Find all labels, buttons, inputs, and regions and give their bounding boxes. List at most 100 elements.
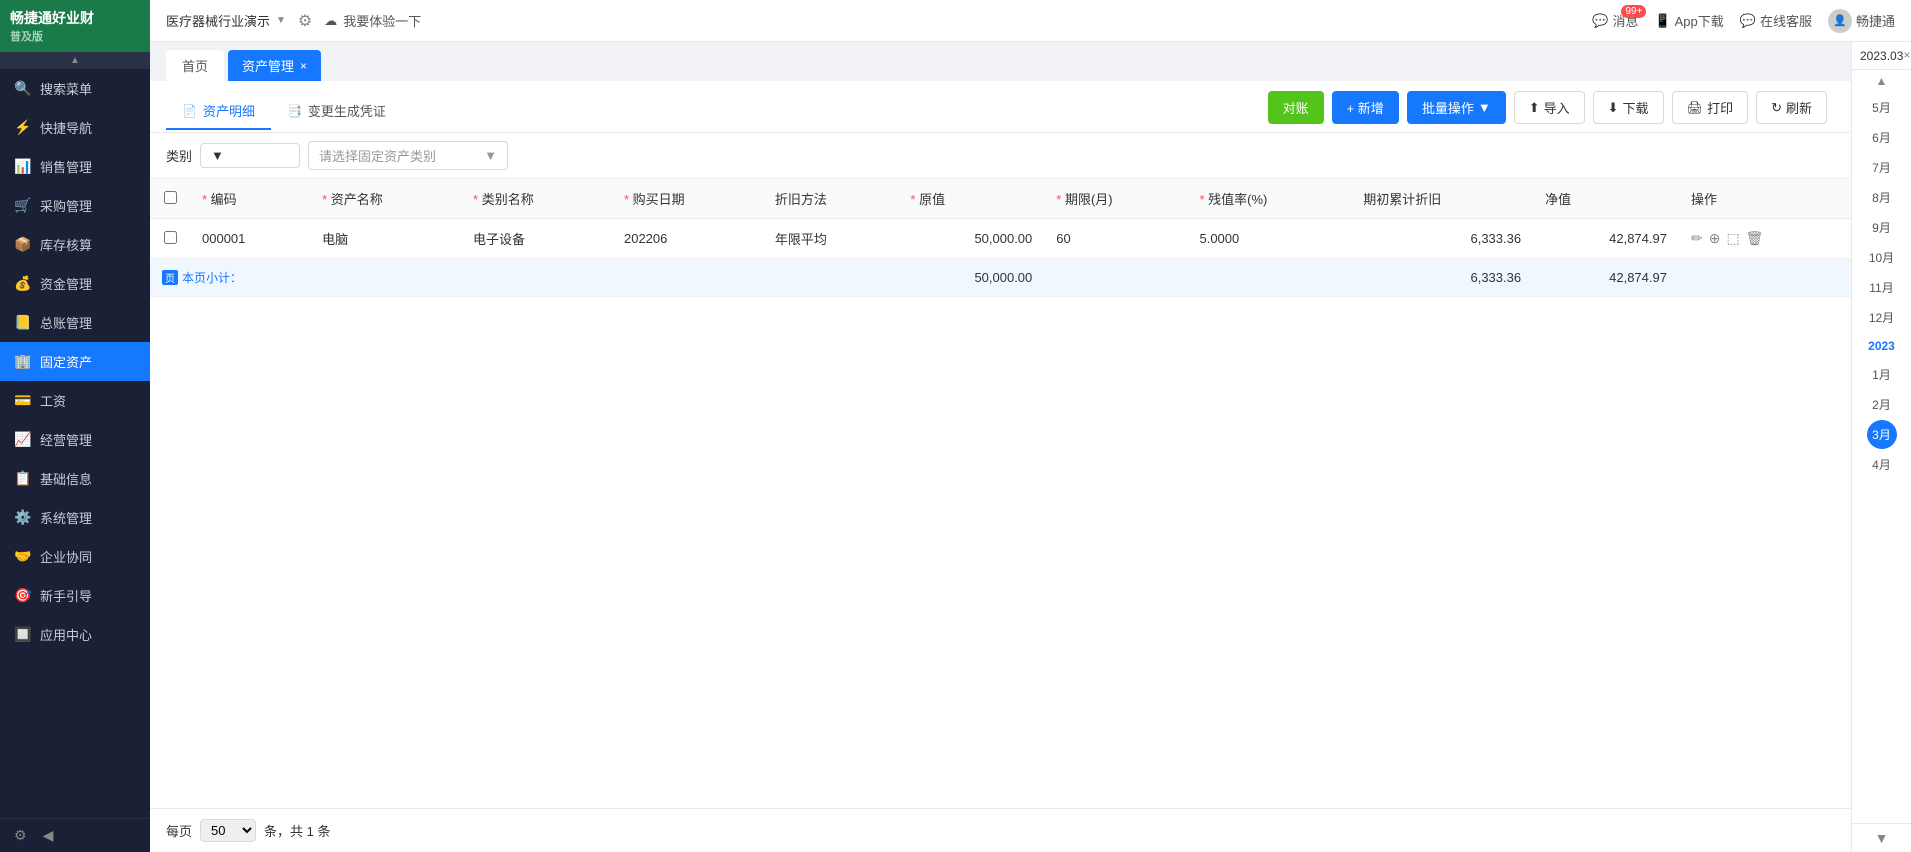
refresh-btn[interactable]: ↻ 刷新 — [1756, 91, 1827, 124]
edit-icon[interactable]: ✏ — [1691, 230, 1703, 247]
sidebar-item-label: 资金管理 — [40, 274, 92, 293]
sidebar-scroll-up[interactable]: ▲ — [0, 52, 150, 69]
sidebar-item-operations[interactable]: 📈经营管理 — [0, 420, 150, 459]
side-panel-close-icon[interactable]: × — [1903, 48, 1910, 63]
category-select[interactable]: ▼ — [200, 143, 300, 168]
month-item[interactable]: 10月 — [1856, 243, 1907, 272]
collapse-icon[interactable]: ◀ — [43, 827, 54, 844]
sidebar-item-enterprise[interactable]: 🤝企业协同 — [0, 537, 150, 576]
sidebar-item-funds[interactable]: 💰资金管理 — [0, 264, 150, 303]
user-btn[interactable]: 👤 畅捷通 — [1828, 9, 1895, 33]
month-item[interactable]: 9月 — [1856, 213, 1907, 242]
category-input[interactable]: 请选择固定资产类别 ▼ — [308, 141, 508, 170]
import-btn[interactable]: ⬆ 导入 — [1514, 91, 1585, 124]
delete-icon[interactable]: 🗑 — [1746, 230, 1764, 247]
app-download-btn[interactable]: 📱 App下载 — [1654, 11, 1723, 30]
category-input-arrow: ▼ — [484, 148, 497, 163]
month-item[interactable]: 12月 — [1856, 303, 1907, 332]
cell-net-value: 42,874.97 — [1533, 219, 1679, 259]
subtotal-net-value: 42,874.97 — [1533, 259, 1679, 297]
print-btn[interactable]: 🖨 打印 — [1672, 91, 1749, 124]
sidebar-item-label: 工资 — [40, 391, 66, 410]
side-panel-nav-up[interactable]: ▲ — [1852, 70, 1911, 92]
tab-home[interactable]: 首页 — [166, 50, 224, 81]
tab-close-icon[interactable]: × — [300, 59, 307, 73]
salary-icon: 💳 — [14, 392, 32, 409]
month-item[interactable]: 5月 — [1856, 93, 1907, 122]
sidebar-item-label: 企业协同 — [40, 547, 92, 566]
per-page-select[interactable]: 50 100 200 — [200, 819, 256, 842]
messages-btn[interactable]: 💬 消息 99+ — [1592, 11, 1638, 30]
sidebar-item-guide[interactable]: 🎯新手引导 — [0, 576, 150, 615]
download-btn[interactable]: ⬇ 下载 — [1593, 91, 1664, 124]
row-checkbox[interactable] — [164, 231, 177, 244]
sidebar-item-salary[interactable]: 💳 工资 — [0, 381, 150, 420]
print-icon: 🖨 — [1687, 100, 1704, 116]
tab-asset-management[interactable]: 资产管理 × — [228, 50, 321, 81]
message-icon: 💬 — [1592, 13, 1608, 29]
sidebar-item-inventory[interactable]: 📦库存核算 — [0, 225, 150, 264]
col-depreciation-method: 折旧方法 — [763, 179, 898, 219]
select-all-checkbox[interactable] — [164, 191, 177, 204]
refresh-icon: ↻ — [1771, 100, 1782, 116]
assets-table: * 编码 * 资产名称 * 类别名称 * 购买日期 折旧方法 * 原值 * 期限… — [150, 179, 1851, 297]
company-selector[interactable]: 医疗器械行业演示 ▼ — [166, 11, 286, 30]
download-icon: 📱 — [1654, 13, 1670, 29]
sidebar-item-search[interactable]: 🔍搜索菜单 — [0, 69, 150, 108]
side-panel-months: 5月6月7月8月9月10月11月12月20231月2月3月4月 — [1852, 92, 1911, 823]
new-btn[interactable]: + 新增 — [1332, 91, 1399, 124]
basicinfo-icon: 📋 — [14, 470, 32, 487]
side-panel-collapse-btn[interactable]: ▼ — [1875, 830, 1889, 846]
copy-icon[interactable]: ⊕ — [1709, 230, 1721, 247]
app-name: 畅捷通好业财 — [10, 8, 94, 28]
subtotal-row: 页 本页小计： 50,000.00 6,333.36 42,874.97 — [150, 259, 1851, 297]
sidebar-item-label: 销售管理 — [40, 157, 92, 176]
month-item[interactable]: 7月 — [1856, 153, 1907, 182]
batch-ops-btn[interactable]: 批量操作 ▼ — [1407, 91, 1506, 124]
settings-icon[interactable]: ⚙ — [14, 827, 27, 844]
sidebar-item-basicinfo[interactable]: 📋基础信息 — [0, 459, 150, 498]
tab-bar: 首页 资产管理 × — [150, 42, 1851, 81]
category-filter-label: 类别 — [166, 146, 192, 165]
page-content: 首页 资产管理 × 📄 资产明细 📑 变更生成凭证 — [150, 42, 1851, 852]
online-service-btn[interactable]: 💬 在线客服 — [1740, 11, 1812, 30]
month-item[interactable]: 4月 — [1856, 450, 1907, 479]
month-item[interactable]: 6月 — [1856, 123, 1907, 152]
experience-btn[interactable]: ☁ 我要体验一下 — [324, 11, 421, 30]
cell-category: 电子设备 — [461, 219, 612, 259]
sidebar-item-label: 快捷导航 — [40, 118, 92, 137]
sidebar-bottom: ⚙ ◀ — [0, 818, 150, 852]
table-area: * 编码 * 资产名称 * 类别名称 * 购买日期 折旧方法 * 原值 * 期限… — [150, 179, 1851, 808]
month-item[interactable]: 11月 — [1856, 273, 1907, 302]
month-item[interactable]: 8月 — [1856, 183, 1907, 212]
col-original-value: * 原值 — [898, 179, 1044, 219]
sidebar-item-system[interactable]: ⚙️系统管理 — [0, 498, 150, 537]
cell-residual-rate: 5.0000 — [1187, 219, 1351, 259]
sidebar-item-appcenter[interactable]: 🔲应用中心 — [0, 615, 150, 654]
reconcile-btn[interactable]: 对账 — [1268, 91, 1324, 124]
sidebar-nav: 🔍搜索菜单⚡快捷导航📊销售管理🛒采购管理📦库存核算💰资金管理📒总账管理🏢固定资产… — [0, 69, 150, 818]
topbar-right: 💬 消息 99+ 📱 App下载 💬 在线客服 👤 畅捷通 — [1592, 9, 1895, 33]
col-operations: 操作 — [1679, 179, 1851, 219]
sidebar: 畅捷通好业财 普及版 ▲ 🔍搜索菜单⚡快捷导航📊销售管理🛒采购管理📦库存核算💰资… — [0, 0, 150, 852]
month-item[interactable]: 2月 — [1856, 390, 1907, 419]
transfer-icon[interactable]: ⬚ — [1726, 230, 1739, 247]
sub-tab-voucher[interactable]: 📑 变更生成凭证 — [271, 93, 402, 130]
pagination: 每页 50 100 200 条，共 1 条 — [150, 808, 1851, 852]
subtotal-initial-depreciation: 6,333.36 — [1351, 259, 1533, 297]
month-item[interactable]: 1月 — [1856, 360, 1907, 389]
guide-icon: 🎯 — [14, 587, 32, 604]
settings-gear-icon[interactable]: ⚙ — [298, 11, 312, 31]
sidebar-item-sales[interactable]: 📊销售管理 — [0, 147, 150, 186]
sub-tab-asset-detail[interactable]: 📄 资产明细 — [166, 93, 271, 130]
sidebar-item-quicknav[interactable]: ⚡快捷导航 — [0, 108, 150, 147]
cell-code: 000001 — [190, 219, 310, 259]
month-item[interactable]: 3月 — [1867, 420, 1897, 449]
sidebar-item-label: 总账管理 — [40, 313, 92, 332]
company-arrow-icon: ▼ — [276, 15, 286, 26]
cell-period: 60 — [1044, 219, 1187, 259]
cell-initial-depreciation: 6,333.36 — [1351, 219, 1533, 259]
sidebar-item-fixedassets[interactable]: 🏢固定资产 — [0, 342, 150, 381]
sidebar-item-purchase[interactable]: 🛒采购管理 — [0, 186, 150, 225]
sidebar-item-ledger[interactable]: 📒总账管理 — [0, 303, 150, 342]
